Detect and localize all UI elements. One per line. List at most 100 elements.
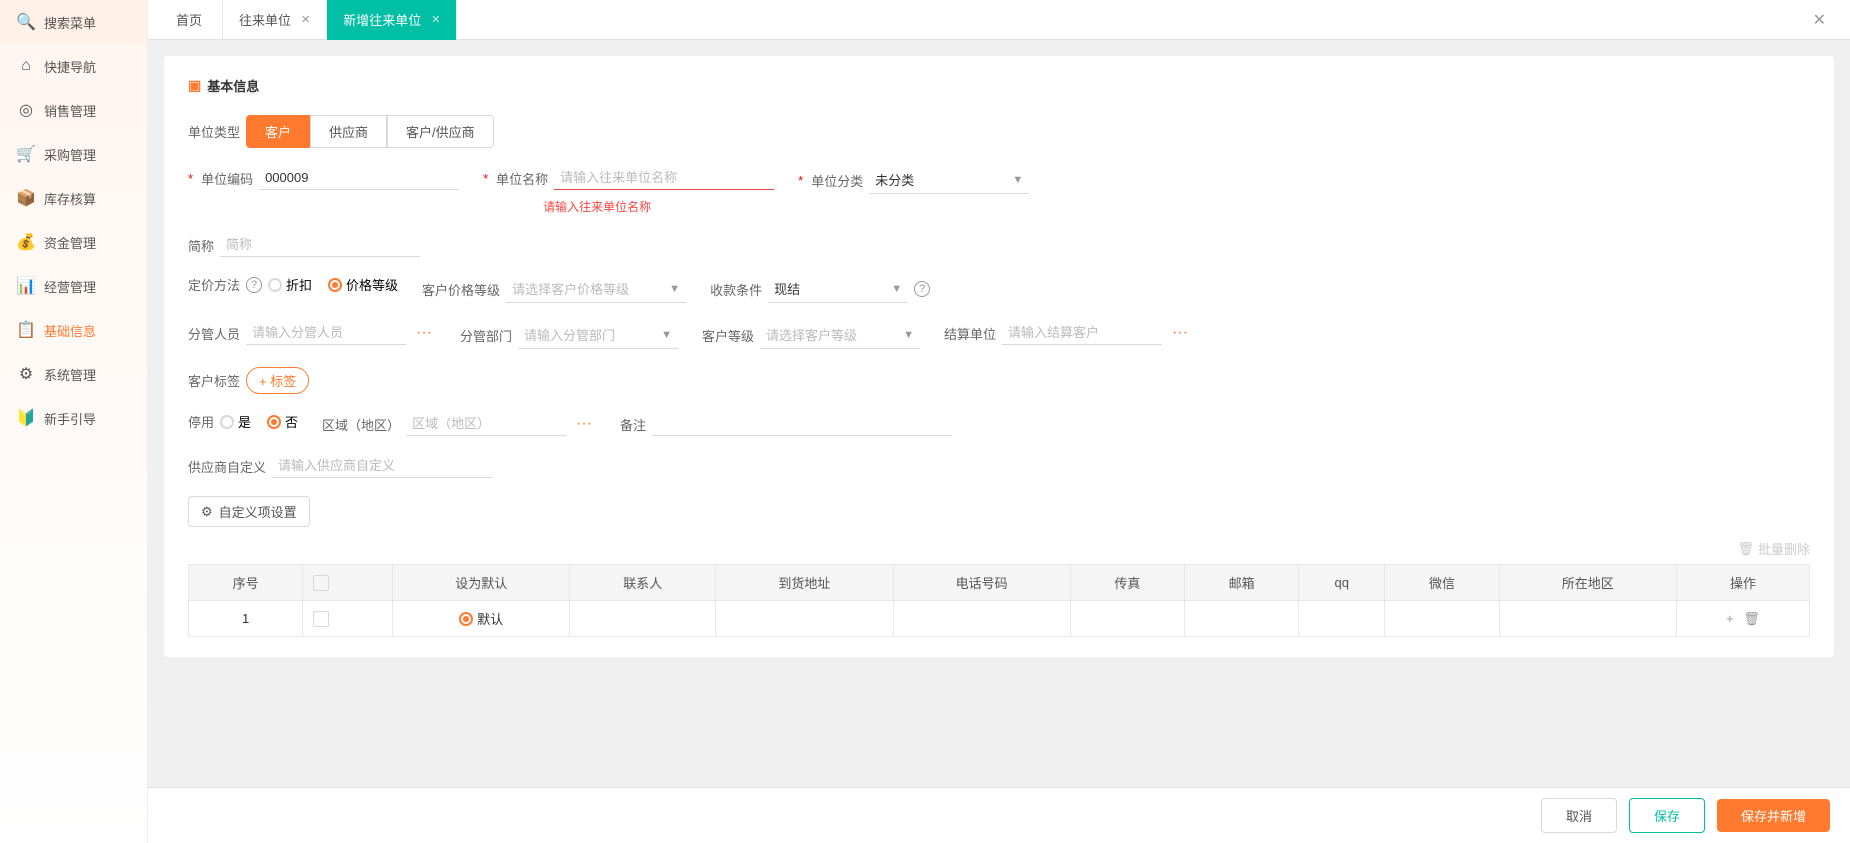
tab-partners-close[interactable]: ✕ [301,13,310,26]
code-required: * [188,171,193,186]
row-default-radio[interactable]: 默认 [403,609,559,628]
disabled-yes-radio[interactable]: 是 [220,412,251,431]
cancel-button[interactable]: 取消 [1541,798,1617,833]
sidebar-label-finance: 资金管理 [44,233,96,252]
unit-type-customer[interactable]: 客户 [246,115,310,148]
row-default-label: 默认 [477,609,503,628]
pricing-discount-radio[interactable]: 折扣 [268,275,312,294]
remark-input[interactable] [652,412,952,436]
pricing-level-label: 价格等级 [346,275,398,294]
tab-new-partner[interactable]: 新增往来单位 ✕ [327,0,457,40]
payment-terms-select[interactable]: 现结 ▼ [768,275,908,303]
sidebar-item-operations[interactable]: 📊 经营管理 [0,264,147,308]
customer-price-level-field: 客户价格等级 请选择客户价格等级 ▼ [422,275,686,303]
row-checkbox[interactable] [313,611,329,627]
disabled-no-label: 否 [285,412,298,431]
short-name-row: 简称 [188,233,1810,257]
payment-terms-field: 收款条件 现结 ▼ ? [710,275,930,303]
unit-code-input[interactable] [259,166,459,190]
unit-name-input[interactable] [554,166,774,190]
department-placeholder: 请输入分管部门 [524,325,615,344]
pricing-radio-group: 折扣 价格等级 [268,275,398,294]
customer-tag-label: 客户标签 [188,371,240,390]
payment-help-icon[interactable]: ? [914,281,930,297]
section-title-text: 基本信息 [207,76,259,95]
unit-type-both[interactable]: 客户/供应商 [387,115,494,148]
tab-partners[interactable]: 往来单位 ✕ [223,0,327,40]
sidebar-label-operations: 经营管理 [44,277,96,296]
customer-tag-field: 客户标签 + 标签 [188,367,309,394]
sidebar-search[interactable]: 🔍 搜索菜单 [0,0,147,44]
add-tag-button[interactable]: + 标签 [246,367,309,394]
action-bar: 取消 保存 保存并新增 [148,787,1850,843]
disabled-label: 停用 [188,412,214,431]
short-name-input[interactable] [220,233,420,257]
supplier-custom-input[interactable] [272,454,492,478]
customer-level-select[interactable]: 请选择客户等级 ▼ [760,321,920,349]
row-no: 1 [189,601,303,637]
settlement-more-icon[interactable]: ··· [1168,324,1192,342]
customer-price-level-select[interactable]: 请选择客户价格等级 ▼ [506,275,686,303]
tab-partners-label: 往来单位 [239,10,291,29]
select-all-checkbox[interactable] [313,575,329,591]
add-tag-label: + 标签 [259,371,296,390]
sidebar-item-system[interactable]: ⚙ 系统管理 [0,352,147,396]
region-more-icon[interactable]: ··· [572,415,596,433]
pricing-level-radio[interactable]: 价格等级 [328,275,398,294]
manager-input[interactable] [246,321,406,345]
tab-new-partner-close[interactable]: ✕ [431,13,440,26]
disabled-radio-group: 是 否 [220,412,298,431]
row-add-icon[interactable]: + [1726,611,1734,626]
pricing-method-field: 定价方法 ? 折扣 价格等级 [188,275,398,294]
short-name-field: 简称 [188,233,420,257]
unit-code-field: * 单位编码 [188,166,459,190]
col-default: 设为默认 [393,565,570,601]
contacts-table: 序号 设为默认 联系人 到货地址 电话号码 传真 邮箱 qq 微信 所在地区 [188,564,1810,637]
tab-home[interactable]: 首页 [156,0,223,40]
disabled-no-radio[interactable]: 否 [267,412,298,431]
save-button[interactable]: 保存 [1629,798,1705,833]
customer-level-arrow: ▼ [903,329,914,341]
settlement-unit-input[interactable] [1002,321,1162,345]
unit-type-supplier[interactable]: 供应商 [310,115,387,148]
col-action: 操作 [1676,565,1809,601]
window-close-icon[interactable]: ✕ [1797,10,1842,30]
sidebar-item-sales[interactable]: ◎ 销售管理 [0,88,147,132]
code-name-row: * 单位编码 * 单位名称 请输入往来单位名称 * 单位分类 [188,166,1810,215]
settlement-unit-field: 结算单位 ··· [944,321,1192,345]
sidebar-item-inventory[interactable]: 📦 库存核算 [0,176,147,220]
sidebar-item-finance[interactable]: 💰 资金管理 [0,220,147,264]
col-fax: 传真 [1070,565,1184,601]
save-and-new-button[interactable]: 保存并新增 [1717,799,1830,832]
col-region: 所在地区 [1499,565,1676,601]
pricing-help-icon[interactable]: ? [246,277,262,293]
sidebar-item-basic[interactable]: 📋 基础信息 [0,308,147,352]
custom-settings-button[interactable]: ⚙ 自定义项设置 [188,496,310,527]
unit-type-label: 单位类型 [188,122,240,141]
region-input[interactable] [406,412,566,436]
payment-terms-arrow: ▼ [891,283,902,295]
row-delete-icon[interactable]: 🗑 [1743,611,1760,626]
sidebar-item-quick-nav[interactable]: ⌂ 快捷导航 [0,44,147,88]
unit-type-row: 单位类型 客户 供应商 客户/供应商 [188,115,1810,148]
payment-terms-value: 现结 [774,279,800,298]
department-select[interactable]: 请输入分管部门 ▼ [518,321,678,349]
sidebar-item-purchase[interactable]: 🛒 采购管理 [0,132,147,176]
payment-terms-label: 收款条件 [710,280,762,299]
unit-category-select[interactable]: 未分类 ▼ [869,166,1029,194]
customer-price-level-placeholder: 请选择客户价格等级 [512,279,629,298]
manager-more-icon[interactable]: ··· [412,324,436,342]
department-label: 分管部门 [460,326,512,345]
unit-code-label: 单位编码 [201,169,253,188]
batch-delete-label[interactable]: 批量删除 [1758,539,1810,558]
basic-info-card: ▣ 基本信息 单位类型 客户 供应商 客户/供应商 * 单位编码 [164,56,1834,657]
purchase-icon: 🛒 [16,144,36,164]
sidebar-label-system: 系统管理 [44,365,96,384]
unit-type-field: 单位类型 客户 供应商 客户/供应商 [188,115,494,148]
sales-icon: ◎ [16,100,36,120]
pricing-discount-circle [268,278,282,292]
customer-price-level-label: 客户价格等级 [422,280,500,299]
col-address: 到货地址 [716,565,893,601]
disabled-field: 停用 是 否 [188,412,298,431]
sidebar-item-guide[interactable]: 🔰 新手引导 [0,396,147,440]
